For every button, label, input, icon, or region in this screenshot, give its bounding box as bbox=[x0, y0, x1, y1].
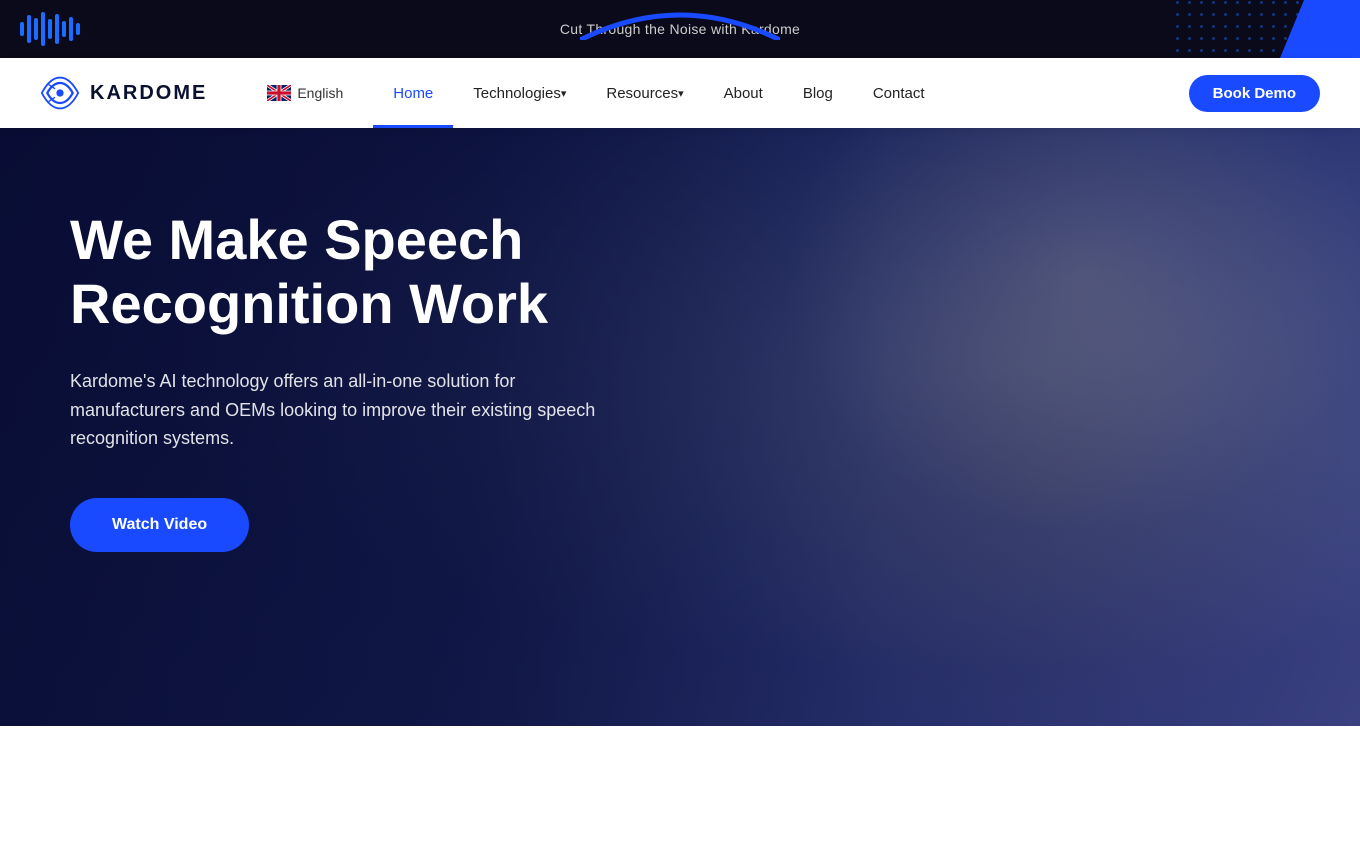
nav-blog[interactable]: Blog bbox=[783, 58, 853, 128]
top-arc-decoration bbox=[580, 0, 780, 40]
top-banner: Cut Through the Noise with Kardome // Ge… bbox=[0, 0, 1360, 58]
kardome-logo-icon bbox=[40, 75, 80, 111]
hero-section: We Make Speech Recognition Work Kardome'… bbox=[0, 128, 1360, 726]
watch-video-button[interactable]: Watch Video bbox=[70, 498, 249, 552]
book-demo-button[interactable]: Book Demo bbox=[1189, 75, 1320, 112]
nav-about[interactable]: About bbox=[704, 58, 783, 128]
nav-home[interactable]: Home bbox=[373, 58, 453, 128]
nav-links: Home Technologies Resources About Blog C… bbox=[373, 58, 1188, 128]
hero-title: We Make Speech Recognition Work bbox=[70, 208, 630, 337]
audio-waveform-icon bbox=[20, 11, 80, 47]
navbar: KARDOME English Home Technologies Resour… bbox=[0, 58, 1360, 128]
logo-link[interactable]: KARDOME bbox=[40, 75, 207, 111]
language-label: English bbox=[297, 85, 343, 101]
uk-flag-icon bbox=[267, 85, 291, 101]
nav-technologies[interactable]: Technologies bbox=[453, 58, 586, 128]
hero-content: We Make Speech Recognition Work Kardome'… bbox=[0, 128, 700, 632]
hero-subtitle: Kardome's AI technology offers an all-in… bbox=[70, 367, 630, 453]
language-selector[interactable]: English bbox=[267, 85, 343, 101]
nav-contact[interactable]: Contact bbox=[853, 58, 945, 128]
below-hero-section bbox=[0, 726, 1360, 826]
nav-resources[interactable]: Resources bbox=[586, 58, 703, 128]
logo-text: KARDOME bbox=[90, 82, 207, 105]
